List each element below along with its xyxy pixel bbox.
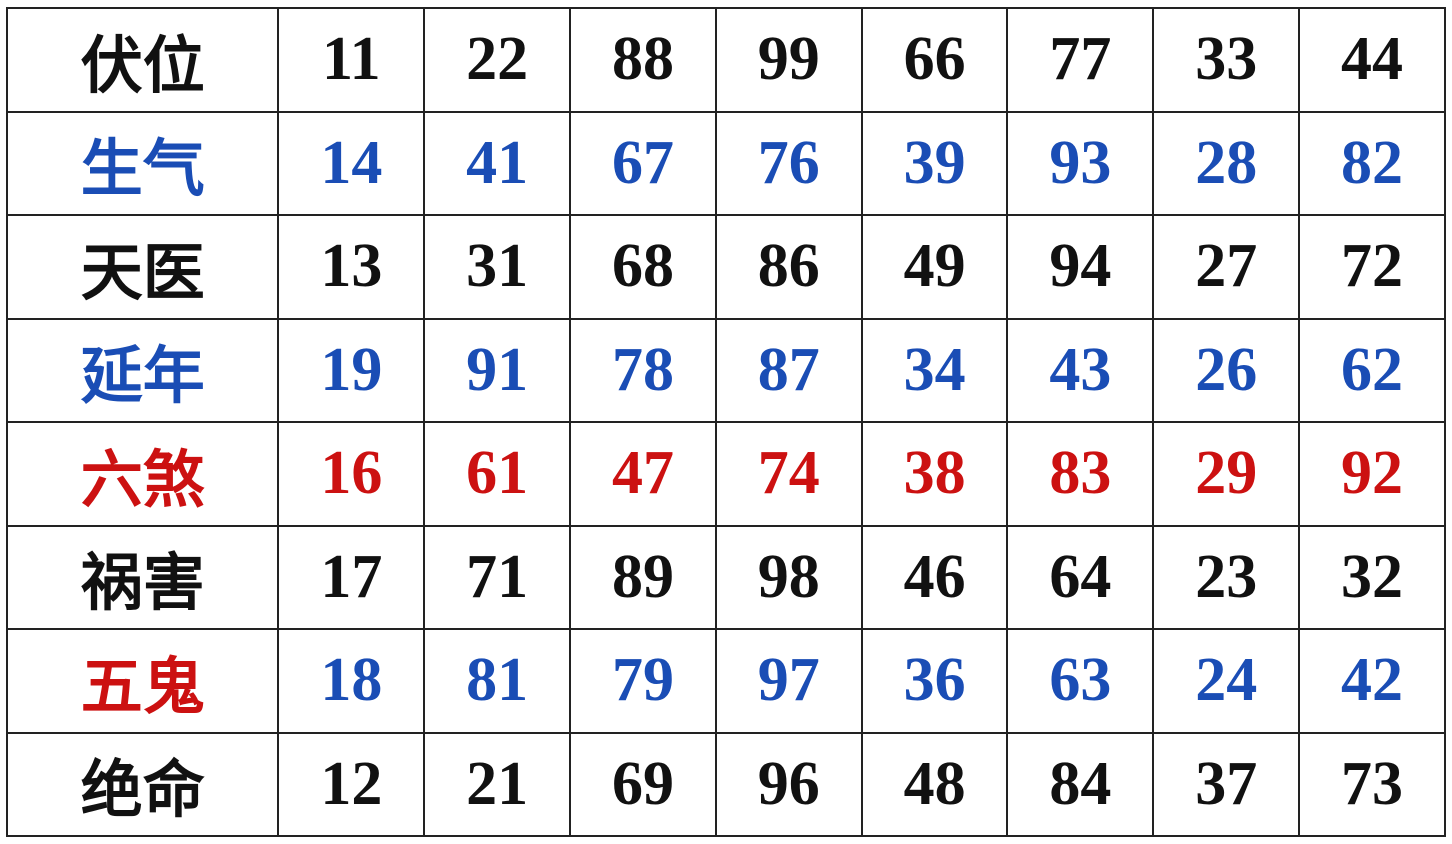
table-row: 延年1991788734432662 <box>7 319 1445 423</box>
table-cell: 86 <box>716 215 862 319</box>
table-cell: 77 <box>1007 8 1153 112</box>
table-cell: 69 <box>570 733 716 837</box>
table-row: 祸害1771899846642332 <box>7 526 1445 630</box>
table-row: 天医1331688649942772 <box>7 215 1445 319</box>
table-cell: 11 <box>278 8 424 112</box>
table-cell: 12 <box>278 733 424 837</box>
table-cell: 26 <box>1153 319 1299 423</box>
table-cell: 92 <box>1299 422 1445 526</box>
table-cell: 47 <box>570 422 716 526</box>
table-cell: 66 <box>862 8 1008 112</box>
table-cell: 43 <box>1007 319 1153 423</box>
table-cell: 99 <box>716 8 862 112</box>
table-cell: 93 <box>1007 112 1153 216</box>
table-cell: 38 <box>862 422 1008 526</box>
table-cell: 46 <box>862 526 1008 630</box>
row-label: 延年 <box>7 319 278 423</box>
table-cell: 94 <box>1007 215 1153 319</box>
table-cell: 17 <box>278 526 424 630</box>
table-cell: 98 <box>716 526 862 630</box>
table-cell: 16 <box>278 422 424 526</box>
table-cell: 28 <box>1153 112 1299 216</box>
table-cell: 72 <box>1299 215 1445 319</box>
row-label: 绝命 <box>7 733 278 837</box>
table-cell: 24 <box>1153 629 1299 733</box>
table-cell: 81 <box>424 629 570 733</box>
table-cell: 44 <box>1299 8 1445 112</box>
table-cell: 74 <box>716 422 862 526</box>
row-label: 五鬼 <box>7 629 278 733</box>
table-cell: 36 <box>862 629 1008 733</box>
table-row: 伏位1122889966773344 <box>7 8 1445 112</box>
table-cell: 37 <box>1153 733 1299 837</box>
table-cell: 19 <box>278 319 424 423</box>
table-cell: 64 <box>1007 526 1153 630</box>
table-cell: 61 <box>424 422 570 526</box>
data-table: 伏位1122889966773344生气1441677639932882天医13… <box>6 7 1446 837</box>
table-cell: 82 <box>1299 112 1445 216</box>
table-cell: 22 <box>424 8 570 112</box>
table-cell: 14 <box>278 112 424 216</box>
table-cell: 29 <box>1153 422 1299 526</box>
table-cell: 76 <box>716 112 862 216</box>
table-cell: 83 <box>1007 422 1153 526</box>
table-cell: 39 <box>862 112 1008 216</box>
table-cell: 49 <box>862 215 1008 319</box>
table-cell: 62 <box>1299 319 1445 423</box>
table-cell: 91 <box>424 319 570 423</box>
table-row: 绝命1221699648843773 <box>7 733 1445 837</box>
table-cell: 97 <box>716 629 862 733</box>
table-cell: 42 <box>1299 629 1445 733</box>
row-label: 生气 <box>7 112 278 216</box>
row-label: 六煞 <box>7 422 278 526</box>
table-cell: 34 <box>862 319 1008 423</box>
table-cell: 32 <box>1299 526 1445 630</box>
table-cell: 96 <box>716 733 862 837</box>
table-cell: 89 <box>570 526 716 630</box>
table-cell: 71 <box>424 526 570 630</box>
row-label: 天医 <box>7 215 278 319</box>
table-cell: 31 <box>424 215 570 319</box>
table-row: 五鬼1881799736632442 <box>7 629 1445 733</box>
table-row: 生气1441677639932882 <box>7 112 1445 216</box>
table-cell: 87 <box>716 319 862 423</box>
table-cell: 23 <box>1153 526 1299 630</box>
table-cell: 79 <box>570 629 716 733</box>
table-cell: 67 <box>570 112 716 216</box>
table-cell: 73 <box>1299 733 1445 837</box>
row-label: 伏位 <box>7 8 278 112</box>
table-cell: 78 <box>570 319 716 423</box>
table-cell: 48 <box>862 733 1008 837</box>
table-cell: 18 <box>278 629 424 733</box>
table-cell: 41 <box>424 112 570 216</box>
row-label: 祸害 <box>7 526 278 630</box>
table-row: 六煞1661477438832992 <box>7 422 1445 526</box>
table-cell: 33 <box>1153 8 1299 112</box>
table-cell: 88 <box>570 8 716 112</box>
table-cell: 27 <box>1153 215 1299 319</box>
table-cell: 84 <box>1007 733 1153 837</box>
table-cell: 68 <box>570 215 716 319</box>
table-cell: 13 <box>278 215 424 319</box>
table-cell: 63 <box>1007 629 1153 733</box>
table-cell: 21 <box>424 733 570 837</box>
main-table-container: 伏位1122889966773344生气1441677639932882天医13… <box>6 7 1446 837</box>
